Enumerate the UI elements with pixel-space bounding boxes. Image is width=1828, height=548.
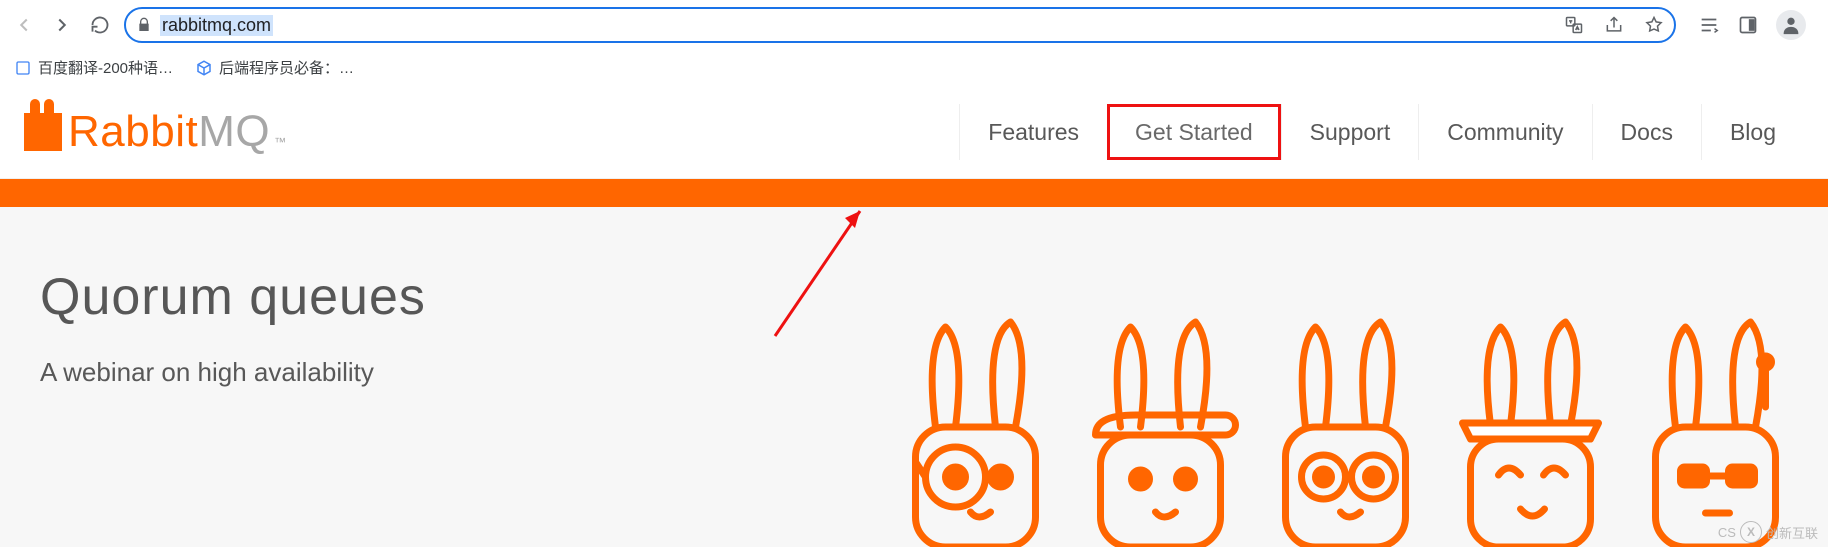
bunny-icon: [1438, 307, 1623, 547]
bookmark-favicon-icon: [195, 59, 213, 77]
hero-text: Quorum queues A webinar on high availabi…: [40, 267, 426, 390]
bookmark-item[interactable]: 百度翻译-200种语…: [14, 59, 173, 77]
main-nav: Features Get Started Support Community D…: [959, 104, 1804, 160]
bookmarks-bar: 百度翻译-200种语… 后端程序员必备：…: [0, 50, 1828, 86]
url-text[interactable]: rabbitmq.com: [160, 15, 273, 36]
nav-blog[interactable]: Blog: [1701, 104, 1804, 160]
bookmark-label: 后端程序员必备：…: [219, 61, 354, 76]
panel-icon[interactable]: [1738, 15, 1758, 35]
logo[interactable]: RabbitMQ ™: [24, 110, 287, 154]
bookmark-item[interactable]: 后端程序员必备：…: [195, 59, 354, 77]
translate-icon[interactable]: [1564, 15, 1584, 35]
hero: Quorum queues A webinar on high availabi…: [0, 207, 1828, 547]
logo-text-rabbit: Rabbit: [68, 110, 198, 154]
watermark-text: 创新互联: [1766, 523, 1818, 542]
hero-subtitle: A webinar on high availability: [40, 355, 426, 390]
bunny-icon: [1623, 307, 1808, 547]
watermark: CS X 创新互联: [1718, 521, 1818, 543]
hero-title: Quorum queues: [40, 267, 426, 327]
star-icon[interactable]: [1644, 15, 1664, 35]
browser-right-icons: [1686, 10, 1818, 40]
lock-icon: [136, 17, 152, 33]
address-bar[interactable]: rabbitmq.com: [124, 7, 1676, 43]
bunny-icon: [1068, 307, 1253, 547]
bookmark-favicon-icon: [14, 59, 32, 77]
logo-text-mq: MQ: [198, 110, 270, 154]
back-button: [10, 11, 38, 39]
browser-toolbar: rabbitmq.com: [0, 0, 1828, 50]
logo-tm: ™: [274, 136, 287, 148]
nav-features[interactable]: Features: [959, 104, 1107, 160]
reload-button[interactable]: [86, 11, 114, 39]
nav-docs[interactable]: Docs: [1592, 104, 1701, 160]
reading-list-icon[interactable]: [1698, 14, 1720, 36]
hero-illustration: [883, 307, 1808, 547]
share-icon[interactable]: [1604, 15, 1624, 35]
bunny-icon: [1253, 307, 1438, 547]
forward-button[interactable]: [48, 11, 76, 39]
nav-get-started[interactable]: Get Started: [1107, 104, 1281, 160]
watermark-text: CS: [1718, 525, 1736, 540]
nav-support[interactable]: Support: [1281, 104, 1419, 160]
site-header: RabbitMQ ™ Features Get Started Support C…: [0, 86, 1828, 179]
logo-mark-icon: [24, 113, 62, 151]
bookmark-label: 百度翻译-200种语…: [38, 61, 173, 76]
bunny-icon: [883, 307, 1068, 547]
orange-strip: [0, 179, 1828, 207]
page-content: RabbitMQ ™ Features Get Started Support C…: [0, 86, 1828, 547]
watermark-badge-icon: X: [1740, 521, 1762, 543]
profile-avatar[interactable]: [1776, 10, 1806, 40]
nav-community[interactable]: Community: [1418, 104, 1591, 160]
